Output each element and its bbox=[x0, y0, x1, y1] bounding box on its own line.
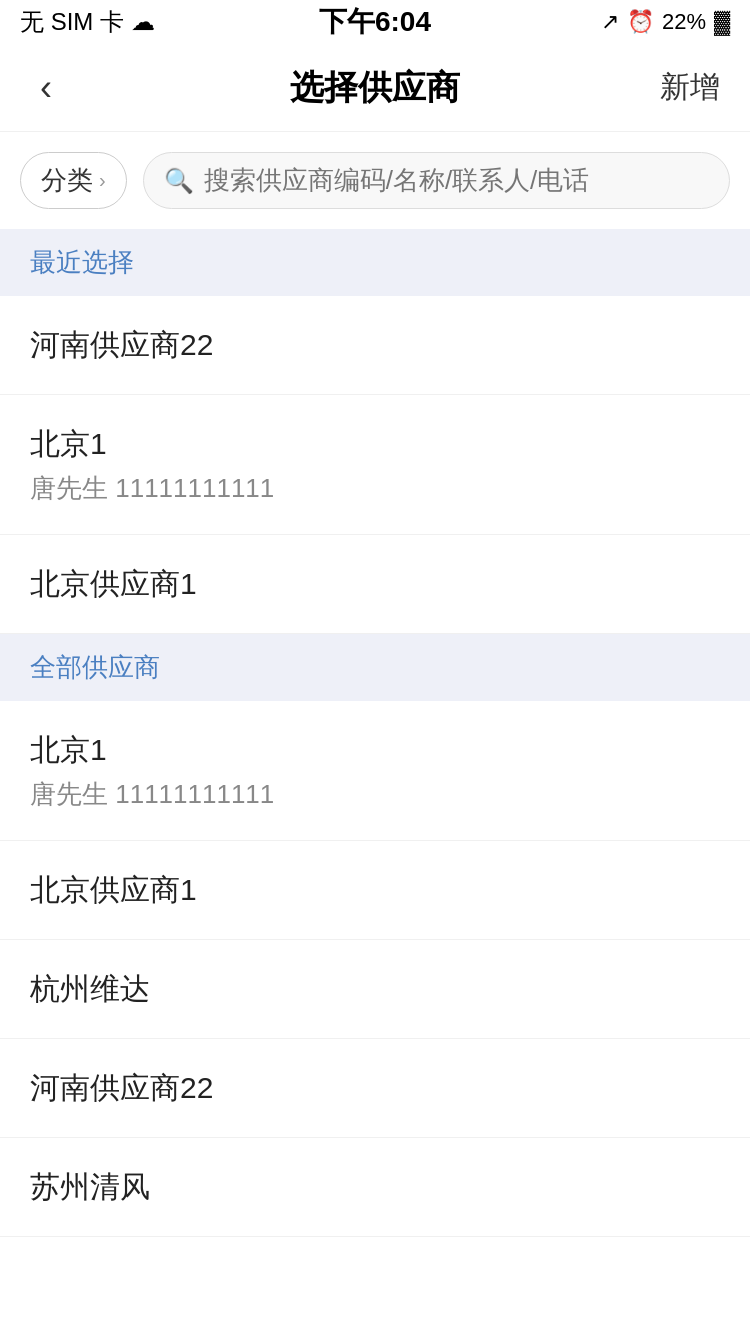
section-header-all: 全部供应商 bbox=[0, 634, 750, 701]
alarm-icon: ⏰ bbox=[627, 9, 654, 35]
item-name: 北京1 bbox=[30, 423, 720, 465]
item-name: 杭州维达 bbox=[30, 968, 720, 1010]
section-header-recent: 最近选择 bbox=[0, 229, 750, 296]
search-icon: 🔍 bbox=[164, 167, 194, 195]
item-name: 苏州清风 bbox=[30, 1166, 720, 1208]
category-button[interactable]: 分类 › bbox=[20, 152, 127, 209]
search-input[interactable] bbox=[204, 165, 709, 196]
list-item[interactable]: 苏州清风 bbox=[0, 1138, 750, 1237]
page-title: 选择供应商 bbox=[290, 65, 460, 111]
item-contact: 唐先生 11111111111 bbox=[30, 777, 720, 812]
battery-icon: ▓ bbox=[714, 9, 730, 35]
no-sim-text: 无 SIM 卡 ☁ bbox=[20, 6, 155, 38]
section-header-text-all: 全部供应商 bbox=[30, 652, 160, 682]
list-item[interactable]: 杭州维达 bbox=[0, 940, 750, 1039]
list-item[interactable]: 河南供应商22 bbox=[0, 1039, 750, 1138]
back-button[interactable]: ‹ bbox=[30, 57, 62, 119]
item-name: 北京供应商1 bbox=[30, 563, 720, 605]
list-item[interactable]: 北京1 唐先生 11111111111 bbox=[0, 395, 750, 535]
list-item[interactable]: 北京供应商1 bbox=[0, 841, 750, 940]
section-header-text-recent: 最近选择 bbox=[30, 247, 134, 277]
status-right: ↗ ⏰ 22% ▓ bbox=[601, 9, 730, 35]
location-icon: ↗ bbox=[601, 9, 619, 35]
list-item[interactable]: 北京1 唐先生 11111111111 bbox=[0, 701, 750, 841]
battery-text: 22% bbox=[662, 9, 706, 35]
sections-container: 最近选择河南供应商22 北京1 唐先生 11111111111 北京供应商1 全部供应商… bbox=[0, 229, 750, 1237]
item-name: 北京供应商1 bbox=[30, 869, 720, 911]
list-item[interactable]: 北京供应商1 bbox=[0, 535, 750, 634]
nav-bar: ‹ 选择供应商 新增 bbox=[0, 44, 750, 132]
item-name: 河南供应商22 bbox=[30, 324, 720, 366]
item-name: 河南供应商22 bbox=[30, 1067, 720, 1109]
item-name: 北京1 bbox=[30, 729, 720, 771]
filter-bar: 分类 › 🔍 bbox=[0, 132, 750, 229]
search-box[interactable]: 🔍 bbox=[143, 152, 730, 209]
status-time: 下午6:04 bbox=[319, 3, 431, 41]
add-button[interactable]: 新增 bbox=[660, 67, 720, 108]
item-contact: 唐先生 11111111111 bbox=[30, 471, 720, 506]
status-bar: 无 SIM 卡 ☁ 下午6:04 ↗ ⏰ 22% ▓ bbox=[0, 0, 750, 44]
category-label: 分类 bbox=[41, 163, 93, 198]
status-left: 无 SIM 卡 ☁ bbox=[20, 6, 155, 38]
list-item[interactable]: 河南供应商22 bbox=[0, 296, 750, 395]
chevron-right-icon: › bbox=[99, 169, 106, 192]
